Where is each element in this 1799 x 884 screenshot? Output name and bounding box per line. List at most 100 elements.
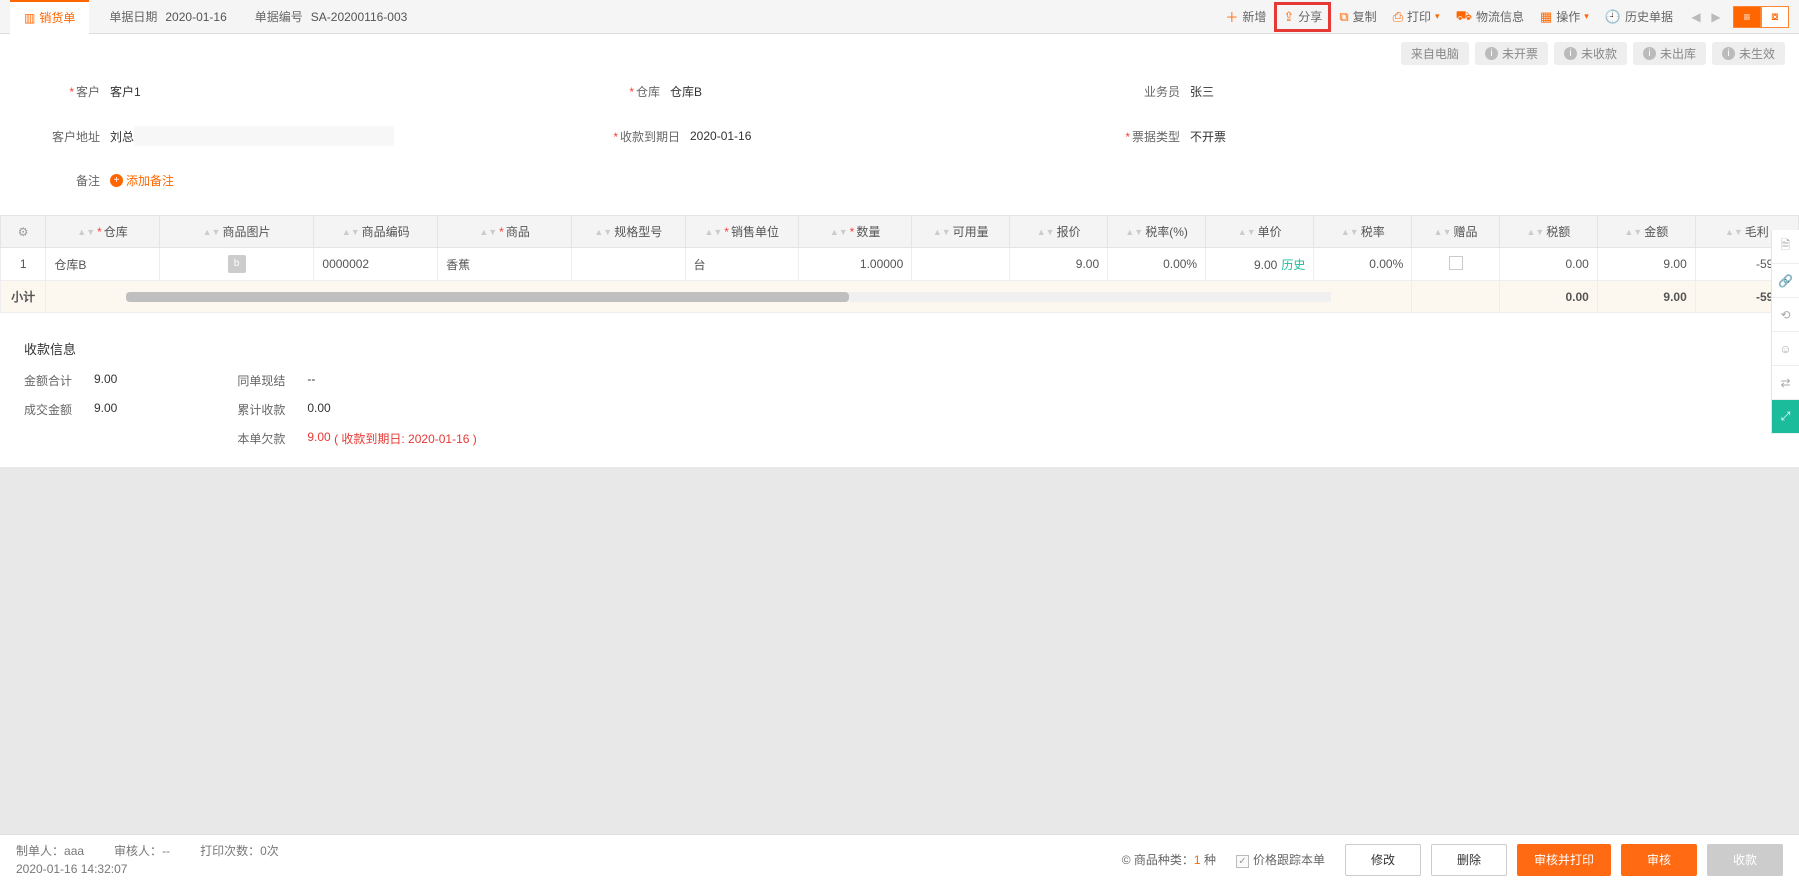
salesman-value[interactable]: 张三 xyxy=(1190,83,1214,100)
chevron-down-icon: ▾ xyxy=(1584,11,1589,22)
cell-image[interactable]: b xyxy=(159,248,314,281)
copy-button[interactable]: ⧉复制 xyxy=(1331,4,1384,30)
col-available[interactable]: ▲▼可用量 xyxy=(912,216,1010,248)
col-gear[interactable]: ⚙ xyxy=(1,216,46,248)
right-rail: 🗎 🔗 ⟲ ☺ ⇄ ⤢ xyxy=(1771,230,1799,434)
tab-sales-order[interactable]: ▥ 销货单 xyxy=(10,0,89,34)
cell-quote[interactable]: 9.00 xyxy=(1010,248,1108,281)
customer-value[interactable]: 客户1 xyxy=(110,83,141,100)
modify-button[interactable]: 修改 xyxy=(1345,844,1421,876)
doc-no-label: 单据编号 xyxy=(255,8,303,25)
flow-icon: ⇄ xyxy=(1780,376,1790,390)
ops-button[interactable]: ▦操作▾ xyxy=(1532,4,1597,30)
cell-price[interactable]: 9.00历史 xyxy=(1206,248,1314,281)
paydue-label: 收款到期日 xyxy=(620,130,680,144)
top-toolbar: ▥ 销货单 单据日期 2020-01-16 单据编号 SA-20200116-0… xyxy=(0,0,1799,34)
add-note-button[interactable]: +添加备注 xyxy=(110,172,174,189)
customer-label: 客户 xyxy=(76,85,100,99)
col-rate2[interactable]: ▲▼税率 xyxy=(1314,216,1412,248)
audit-print-button[interactable]: 审核并打印 xyxy=(1517,844,1611,876)
rail-refresh-button[interactable]: ⟲ xyxy=(1772,298,1799,332)
list-icon: ≡ xyxy=(1743,10,1750,24)
col-product[interactable]: ▲▼*商品 xyxy=(438,216,572,248)
cell-rate2[interactable]: 0.00% xyxy=(1314,248,1412,281)
gift-checkbox[interactable] xyxy=(1449,256,1463,270)
cell-product[interactable]: 香蕉 xyxy=(438,248,572,281)
detail-icon: ⧇ xyxy=(1771,9,1779,24)
price-history-link[interactable]: 历史 xyxy=(1281,258,1305,272)
owe-label: 本单欠款 xyxy=(237,430,307,447)
cell-warehouse[interactable]: 仓库B xyxy=(46,248,159,281)
history-button[interactable]: 🕘历史单据 xyxy=(1597,4,1681,30)
line-items-table: ⚙ ▲▼*仓库 ▲▼商品图片 ▲▼商品编码 ▲▼*商品 ▲▼规格型号 ▲▼*销售… xyxy=(0,215,1799,323)
horizontal-scrollbar[interactable] xyxy=(126,292,1331,302)
col-quote[interactable]: ▲▼报价 xyxy=(1010,216,1108,248)
status-inactive[interactable]: i未生效 xyxy=(1712,42,1785,65)
col-gift[interactable]: ▲▼赠品 xyxy=(1412,216,1500,248)
subtotal-tax: 0.00 xyxy=(1499,281,1597,313)
logistics-button[interactable]: ⛟物流信息 xyxy=(1448,4,1532,30)
col-price[interactable]: ▲▼单价 xyxy=(1206,216,1314,248)
col-warehouse[interactable]: ▲▼*仓库 xyxy=(46,216,159,248)
prev-record-button[interactable]: ◀ xyxy=(1687,7,1705,27)
status-unshipped[interactable]: i未出库 xyxy=(1633,42,1706,65)
price-follow-checkbox[interactable]: ✓价格跟踪本单 xyxy=(1236,851,1325,868)
share-button[interactable]: ⇪分享 xyxy=(1274,2,1331,32)
subtotal-amount: 9.00 xyxy=(1597,281,1695,313)
delete-button[interactable]: 删除 xyxy=(1431,844,1507,876)
settle-label: 同单现结 xyxy=(237,372,307,389)
truck-icon: ⛟ xyxy=(1456,8,1472,26)
scrollbar-thumb[interactable] xyxy=(126,292,849,302)
view-list-button[interactable]: ≡ xyxy=(1733,6,1761,28)
print-button[interactable]: ⎙打印▾ xyxy=(1385,4,1448,30)
new-button[interactable]: ＋新增 xyxy=(1217,4,1274,30)
rail-flow-button[interactable]: ⇄ xyxy=(1772,366,1799,400)
total-label: 金额合计 xyxy=(24,372,94,389)
cell-idx: 1 xyxy=(1,248,46,281)
settle-value: -- xyxy=(307,372,315,389)
receive-button[interactable]: 收款 xyxy=(1707,844,1783,876)
col-qty[interactable]: ▲▼*数量 xyxy=(798,216,911,248)
cell-code[interactable]: 0000002 xyxy=(314,248,438,281)
cell-qty[interactable]: 1.00000 xyxy=(798,248,911,281)
status-unpaid[interactable]: i未收款 xyxy=(1554,42,1627,65)
tab-title: 销货单 xyxy=(39,9,75,26)
expand-icon: ⤢ xyxy=(1781,409,1791,424)
col-spec[interactable]: ▲▼规格型号 xyxy=(572,216,685,248)
refresh-icon: ⟲ xyxy=(1780,308,1790,322)
cell-unit[interactable]: 台 xyxy=(685,248,798,281)
cell-gift[interactable] xyxy=(1412,248,1500,281)
col-tax[interactable]: ▲▼税额 xyxy=(1499,216,1597,248)
col-taxrate[interactable]: ▲▼税率(%) xyxy=(1108,216,1206,248)
table-row[interactable]: 1 仓库B b 0000002 香蕉 台 1.00000 9.00 0.00% … xyxy=(1,248,1799,281)
print-count: 0次 xyxy=(260,844,279,858)
col-code[interactable]: ▲▼商品编码 xyxy=(314,216,438,248)
cell-taxrate[interactable]: 0.00% xyxy=(1108,248,1206,281)
print-icon: ⎙ xyxy=(1393,9,1403,25)
col-image[interactable]: ▲▼商品图片 xyxy=(159,216,314,248)
next-record-button[interactable]: ▶ xyxy=(1707,7,1725,27)
status-uninvoiced[interactable]: i未开票 xyxy=(1475,42,1548,65)
info-icon: i xyxy=(1485,47,1498,60)
col-amount[interactable]: ▲▼金额 xyxy=(1597,216,1695,248)
rail-user-button[interactable]: ☺ xyxy=(1772,332,1799,366)
rail-expand-button[interactable]: ⤢ xyxy=(1772,400,1799,434)
col-unit[interactable]: ▲▼*销售单位 xyxy=(685,216,798,248)
view-detail-button[interactable]: ⧇ xyxy=(1761,6,1789,28)
note-icon: 🗎 xyxy=(1781,236,1791,257)
info-icon: i xyxy=(1564,47,1577,60)
warehouse-value[interactable]: 仓库B xyxy=(670,83,702,100)
addr-value[interactable]: 刘总 xyxy=(110,128,134,145)
invoice-type-value[interactable]: 不开票 xyxy=(1190,128,1226,145)
audit-button[interactable]: 审核 xyxy=(1621,844,1697,876)
status-source: 来自电脑 xyxy=(1401,42,1469,65)
history-icon: 🕘 xyxy=(1605,9,1621,25)
note-label: 备注 xyxy=(76,174,100,188)
chevron-down-icon: ▾ xyxy=(1435,11,1440,22)
payment-section: 收款信息 金额合计9.00 成交金额9.00 同单现结-- 累计收款0.00 本… xyxy=(0,323,1799,467)
rail-attach-button[interactable]: 🔗 xyxy=(1772,264,1799,298)
paydue-value[interactable]: 2020-01-16 xyxy=(690,129,751,143)
addr-label: 客户地址 xyxy=(52,130,100,144)
rail-note-button[interactable]: 🗎 xyxy=(1772,230,1799,264)
cell-spec[interactable] xyxy=(572,248,685,281)
